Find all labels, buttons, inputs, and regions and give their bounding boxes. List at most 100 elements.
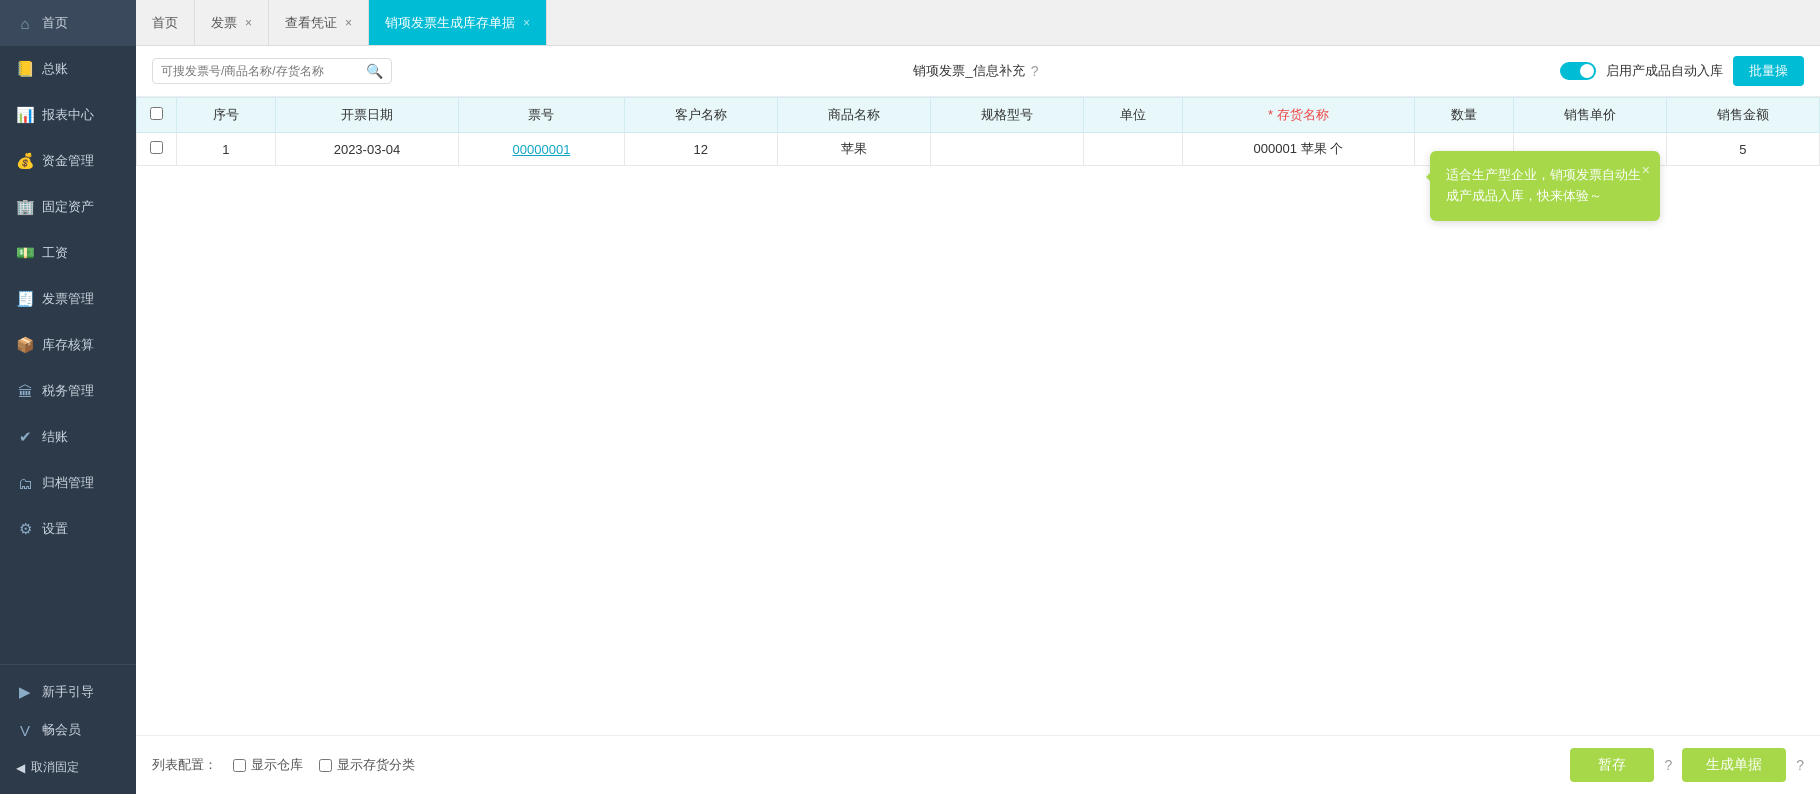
show-category-checkbox[interactable] xyxy=(319,759,332,772)
save-button[interactable]: 暂存 xyxy=(1570,748,1654,782)
auto-warehouse-toggle[interactable] xyxy=(1560,62,1596,80)
cell-seq: 1 xyxy=(177,133,276,166)
show-warehouse-checkbox[interactable] xyxy=(233,759,246,772)
sidebar-item-tax[interactable]: 🏛 税务管理 xyxy=(0,368,136,414)
toggle-label: 启用产成品自动入库 xyxy=(1606,62,1723,80)
th-seq: 序号 xyxy=(177,98,276,133)
sidebar-item-label: 首页 xyxy=(42,14,68,32)
main-area: 首页 发票 × 查看凭证 × 销项发票生成库存单据 × 🔍 销项发票_信息补充 … xyxy=(136,0,1820,794)
sidebar-item-fixed-assets[interactable]: 🏢 固定资产 xyxy=(0,184,136,230)
invoice-mgmt-icon: 🧾 xyxy=(16,290,34,308)
generate-help-icon[interactable]: ? xyxy=(1796,757,1804,773)
bottom-actions: 暂存 ? 生成单据 ? xyxy=(1570,748,1804,782)
bottom-bar: 列表配置： 显示仓库 显示存货分类 暂存 ? 生成单据 ? xyxy=(136,735,1820,794)
select-all-checkbox[interactable] xyxy=(150,107,163,120)
tab-invoice-label: 发票 xyxy=(211,14,237,32)
list-config-label: 列表配置： xyxy=(152,756,217,774)
toolbar-right: 启用产成品自动入库 批量操 xyxy=(1560,56,1804,86)
sidebar-bottom: ▶ 新手引导 V 畅会员 ◀ 取消固定 xyxy=(0,664,136,794)
cell-product: 苹果 xyxy=(777,133,930,166)
sidebar: ⌂ 首页 📒 总账 📊 报表中心 💰 资金管理 🏢 固定资产 💵 工资 🧾 发票… xyxy=(0,0,136,794)
save-help-icon[interactable]: ? xyxy=(1664,757,1672,773)
sidebar-item-reports[interactable]: 📊 报表中心 xyxy=(0,92,136,138)
show-warehouse-label: 显示仓库 xyxy=(251,756,303,774)
funds-icon: 💰 xyxy=(16,152,34,170)
tab-cancel-invoice-label: 销项发票生成库存单据 xyxy=(385,14,515,32)
info-label: 销项发票_信息补充 xyxy=(913,62,1024,80)
reports-icon: 📊 xyxy=(16,106,34,124)
th-unit: 单位 xyxy=(1084,98,1183,133)
sidebar-item-label: 发票管理 xyxy=(42,290,94,308)
sidebar-item-label: 归档管理 xyxy=(42,474,94,492)
cell-amount: 5 xyxy=(1666,133,1819,166)
cell-customer: 12 xyxy=(624,133,777,166)
tab-invoice[interactable]: 发票 × xyxy=(195,0,269,45)
search-box[interactable]: 🔍 xyxy=(152,58,392,84)
sidebar-item-vip[interactable]: V 畅会员 xyxy=(0,711,136,749)
sidebar-item-home[interactable]: ⌂ 首页 xyxy=(0,0,136,46)
batch-button[interactable]: 批量操 xyxy=(1733,56,1804,86)
sidebar-item-label: 报表中心 xyxy=(42,106,94,124)
toolbar-middle: 销项发票_信息补充 ? xyxy=(404,62,1548,80)
th-checkbox[interactable] xyxy=(137,98,177,133)
tab-cancel-invoice-close[interactable]: × xyxy=(523,16,530,30)
sidebar-item-settings[interactable]: ⚙ 设置 xyxy=(0,506,136,552)
th-invoice-no: 票号 xyxy=(459,98,624,133)
show-category-label: 显示存货分类 xyxy=(337,756,415,774)
th-qty: 数量 xyxy=(1414,98,1513,133)
tab-cancel-invoice[interactable]: 销项发票生成库存单据 × xyxy=(369,0,547,45)
cell-date: 2023-03-04 xyxy=(275,133,459,166)
tooltip-box: × 适合生产型企业，销项发票自动生成产成品入库，快来体验～ xyxy=(1430,151,1660,221)
unfix-icon: ◀ xyxy=(16,761,25,775)
home-icon: ⌂ xyxy=(16,14,34,32)
sidebar-item-label: 税务管理 xyxy=(42,382,94,400)
archive-icon: 🗂 xyxy=(16,474,34,492)
th-amount: 销售金额 xyxy=(1666,98,1819,133)
sidebar-item-settle[interactable]: ✔ 结账 xyxy=(0,414,136,460)
th-inventory: * 存货名称 xyxy=(1182,98,1414,133)
th-customer: 客户名称 xyxy=(624,98,777,133)
tooltip-text: 适合生产型企业，销项发票自动生成产成品入库，快来体验～ xyxy=(1446,167,1641,203)
show-warehouse-item[interactable]: 显示仓库 xyxy=(233,756,303,774)
settle-icon: ✔ xyxy=(16,428,34,446)
sidebar-item-wages[interactable]: 💵 工资 xyxy=(0,230,136,276)
unfix-label: 取消固定 xyxy=(31,759,79,776)
cell-unit xyxy=(1084,133,1183,166)
sidebar-item-invoice-mgmt[interactable]: 🧾 发票管理 xyxy=(0,276,136,322)
sidebar-item-label: 设置 xyxy=(42,520,68,538)
sidebar-item-label: 结账 xyxy=(42,428,68,446)
cell-invoice-no[interactable]: 00000001 xyxy=(459,133,624,166)
sidebar-item-label: 固定资产 xyxy=(42,198,94,216)
sidebar-item-label: 资金管理 xyxy=(42,152,94,170)
tab-home[interactable]: 首页 xyxy=(136,0,195,45)
generate-button[interactable]: 生成单据 xyxy=(1682,748,1786,782)
tab-invoice-close[interactable]: × xyxy=(245,16,252,30)
tooltip-close-icon[interactable]: × xyxy=(1642,159,1650,181)
tab-view-voucher-close[interactable]: × xyxy=(345,16,352,30)
sidebar-item-guide[interactable]: ▶ 新手引导 xyxy=(0,673,136,711)
cell-checkbox[interactable] xyxy=(137,133,177,166)
sidebar-item-inventory[interactable]: 📦 库存核算 xyxy=(0,322,136,368)
sidebar-item-label: 工资 xyxy=(42,244,68,262)
fixed-assets-icon: 🏢 xyxy=(16,198,34,216)
th-date: 开票日期 xyxy=(275,98,459,133)
help-icon[interactable]: ? xyxy=(1031,63,1039,79)
wages-icon: 💵 xyxy=(16,244,34,262)
cell-spec xyxy=(931,133,1084,166)
sidebar-item-label: 畅会员 xyxy=(42,721,81,739)
row-checkbox[interactable] xyxy=(150,141,163,154)
sidebar-item-funds[interactable]: 💰 资金管理 xyxy=(0,138,136,184)
sidebar-item-archive[interactable]: 🗂 归档管理 xyxy=(0,460,136,506)
sidebar-unfix-button[interactable]: ◀ 取消固定 xyxy=(0,749,136,786)
sidebar-item-label: 总账 xyxy=(42,60,68,78)
sidebar-item-label: 库存核算 xyxy=(42,336,94,354)
show-category-item[interactable]: 显示存货分类 xyxy=(319,756,415,774)
inventory-icon: 📦 xyxy=(16,336,34,354)
th-product: 商品名称 xyxy=(777,98,930,133)
tab-view-voucher[interactable]: 查看凭证 × xyxy=(269,0,369,45)
table-header-row: 序号 开票日期 票号 客户名称 商品名称 规格型号 单位 * 存货名称 数量 销… xyxy=(137,98,1820,133)
tab-view-voucher-label: 查看凭证 xyxy=(285,14,337,32)
content-area: 🔍 销项发票_信息补充 ? 启用产成品自动入库 批量操 × 适合生产型企业，销项… xyxy=(136,46,1820,794)
sidebar-item-ledger[interactable]: 📒 总账 xyxy=(0,46,136,92)
search-input[interactable] xyxy=(161,64,360,78)
